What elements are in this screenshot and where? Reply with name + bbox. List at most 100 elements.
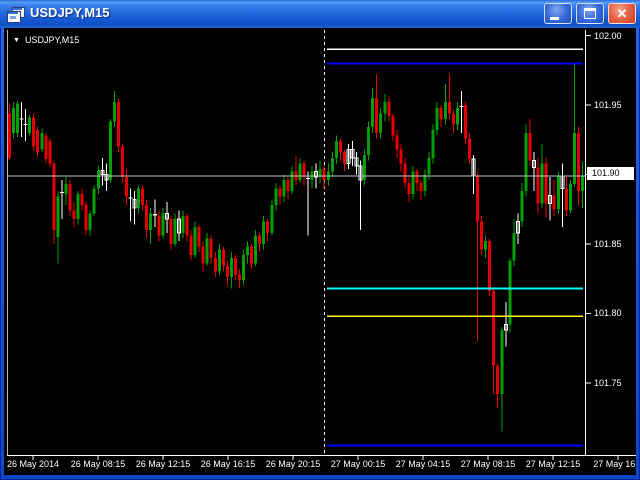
candle	[28, 114, 32, 136]
candle	[213, 252, 217, 278]
candle	[197, 224, 201, 253]
candle	[76, 191, 80, 225]
maximize-button[interactable]	[576, 3, 604, 24]
candles	[8, 64, 584, 432]
candle	[141, 185, 145, 211]
candle	[580, 161, 584, 208]
candle	[399, 143, 403, 172]
candle	[459, 91, 464, 133]
candle	[254, 230, 258, 267]
candle	[363, 149, 367, 186]
candle	[391, 113, 395, 142]
candle	[407, 177, 411, 203]
candle	[64, 177, 68, 205]
current-price-badge: 101.90	[587, 167, 634, 180]
candle	[508, 257, 512, 333]
candle	[515, 213, 520, 244]
title-bar[interactable]: USDJPY,M15 ✕	[0, 0, 640, 28]
candle	[270, 199, 274, 236]
candle	[161, 207, 165, 239]
candle	[480, 216, 484, 255]
candle	[286, 177, 290, 200]
candle	[12, 102, 16, 139]
minimize-button[interactable]	[544, 3, 572, 24]
candle	[334, 135, 338, 164]
chart-window-icon[interactable]	[7, 7, 25, 23]
candle	[266, 218, 270, 242]
candle	[496, 363, 500, 408]
candle	[262, 216, 266, 250]
candle	[484, 235, 488, 258]
time-axis-label: 27 May 16:1	[593, 459, 636, 469]
candle	[19, 102, 24, 137]
candle	[463, 102, 467, 144]
candle	[44, 132, 48, 164]
candle	[88, 210, 92, 236]
candle	[342, 149, 346, 172]
candle	[455, 102, 459, 130]
chart-symbol-label: ▼ USDJPY,M15	[13, 35, 79, 45]
candle	[233, 255, 237, 280]
price-axis-label: 101.75	[594, 377, 622, 388]
candle	[556, 171, 560, 214]
candle	[274, 182, 278, 211]
candle	[500, 327, 504, 432]
candle	[205, 232, 209, 267]
candle	[250, 243, 254, 269]
candle	[435, 102, 439, 136]
candle	[524, 124, 528, 197]
candle	[536, 157, 540, 214]
candle	[48, 138, 52, 168]
candle	[52, 160, 56, 244]
candle	[221, 246, 225, 272]
close-button[interactable]: ✕	[608, 3, 636, 24]
window-title: USDJPY,M15	[30, 5, 110, 20]
candle	[367, 121, 371, 161]
candle	[431, 124, 435, 164]
candle	[137, 185, 141, 214]
candle	[564, 177, 568, 217]
candle	[96, 166, 100, 194]
candle	[415, 168, 419, 192]
chart-window: USDJPY,M15 ✕ ▼ USDJPY,M15 102.00 101.95 101…	[0, 0, 640, 480]
candle	[387, 96, 391, 122]
candle	[116, 98, 120, 153]
candle	[282, 174, 286, 203]
icon-front-window	[7, 11, 21, 23]
candle	[72, 202, 76, 228]
candle	[108, 118, 112, 183]
candle	[185, 213, 189, 242]
candle	[451, 110, 455, 133]
candle	[548, 177, 553, 221]
candle	[419, 180, 423, 200]
candle	[173, 213, 177, 247]
candle	[532, 152, 537, 192]
candle	[358, 160, 363, 230]
price-axis-label: 101.95	[594, 100, 622, 110]
candle	[169, 216, 173, 250]
candle	[326, 163, 330, 186]
candle	[104, 163, 109, 192]
candle	[8, 103, 11, 161]
candle	[246, 241, 250, 264]
candle	[447, 74, 451, 119]
candle	[544, 157, 548, 218]
candle	[201, 241, 205, 272]
candle	[145, 199, 149, 239]
candle	[350, 141, 355, 167]
candle	[181, 210, 185, 239]
candle	[132, 191, 137, 225]
maximize-icon	[584, 8, 596, 19]
candle	[217, 243, 221, 275]
candlestick-chart[interactable]	[4, 28, 636, 475]
candle	[471, 155, 476, 194]
candle	[298, 157, 302, 183]
candle	[294, 156, 298, 186]
candle	[346, 143, 351, 169]
candle	[395, 130, 399, 158]
plot-frame	[7, 30, 636, 456]
candle	[59, 180, 64, 219]
candle	[302, 160, 306, 186]
candle	[164, 202, 169, 233]
candle	[467, 132, 471, 164]
